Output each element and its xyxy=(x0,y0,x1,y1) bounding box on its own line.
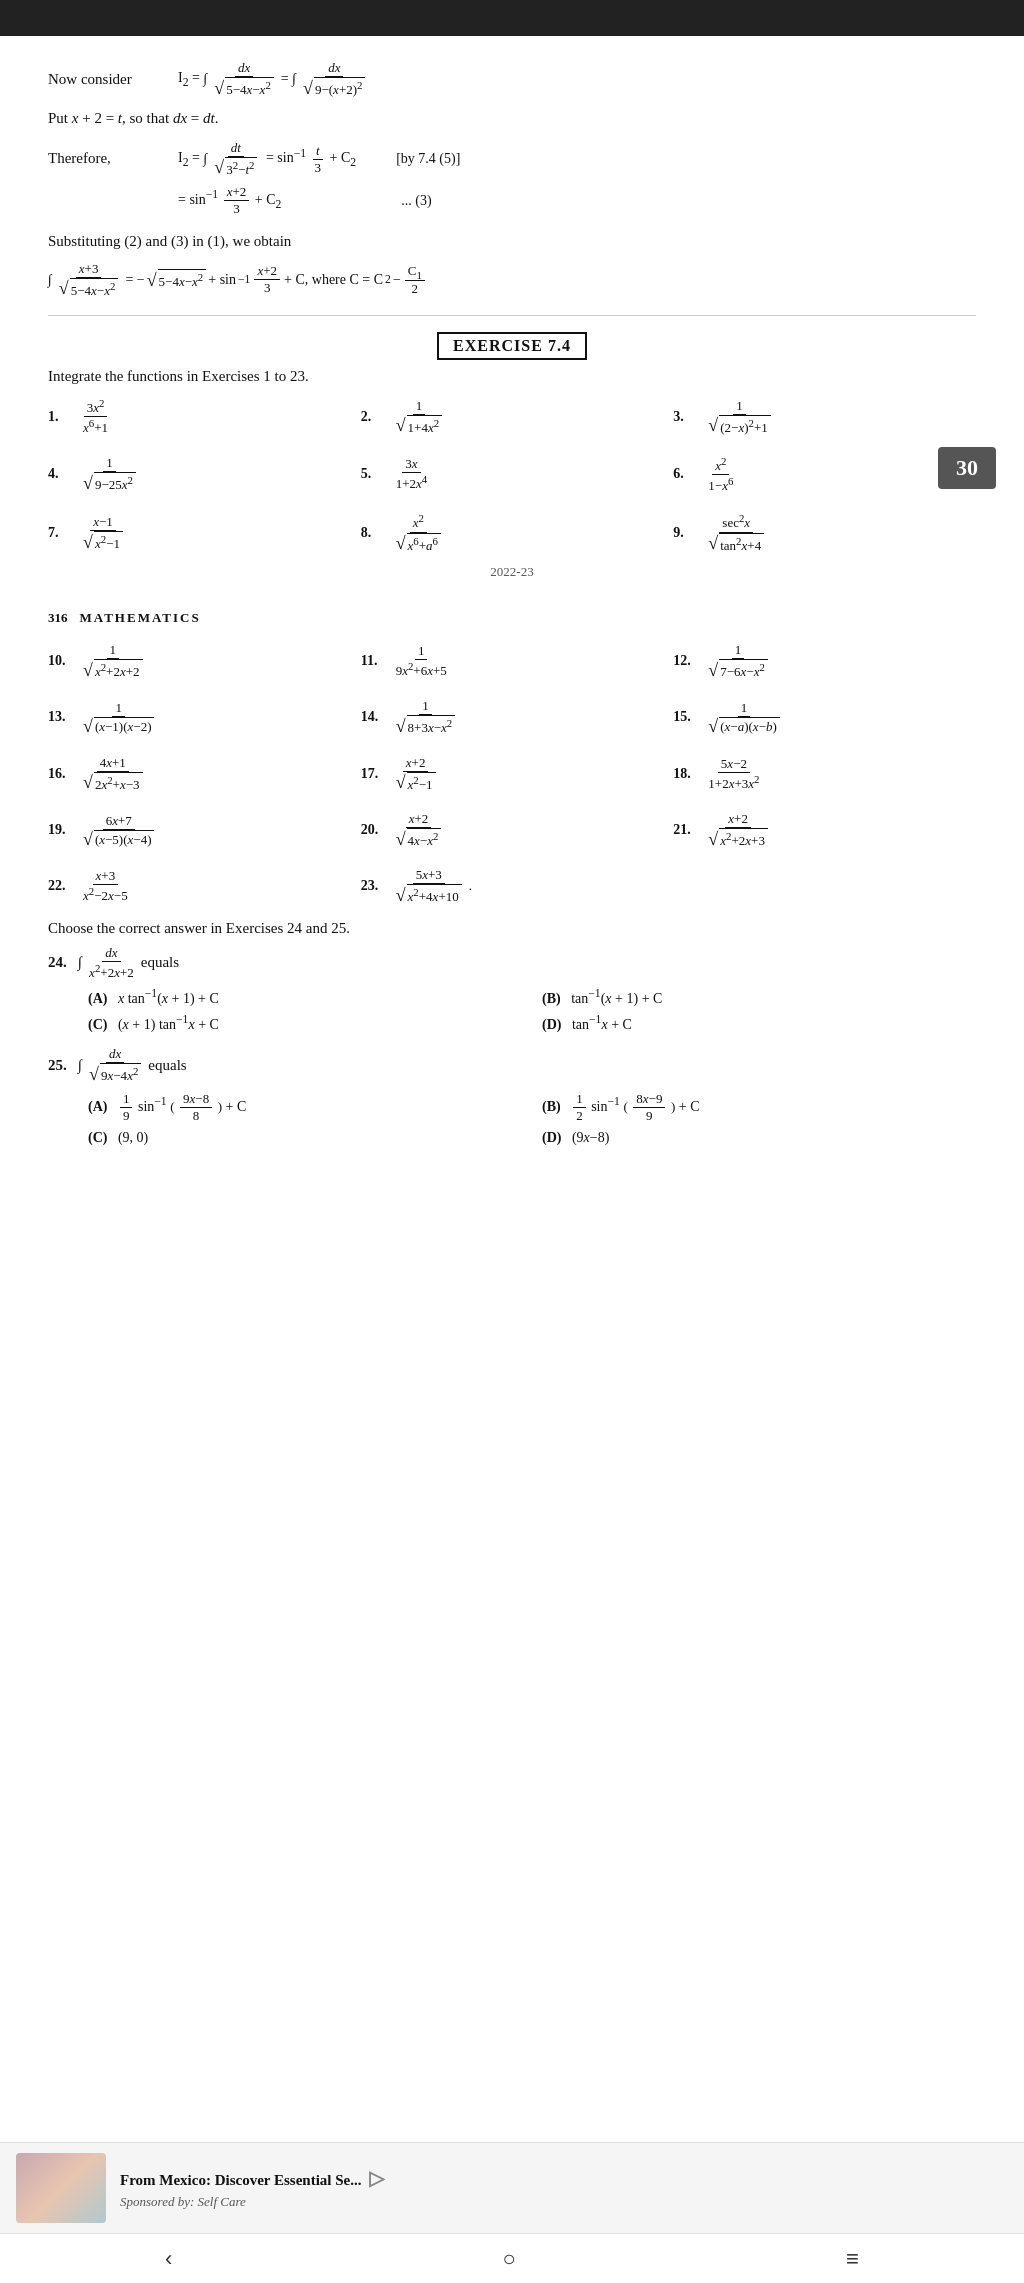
now-consider-label: Now consider xyxy=(48,71,158,88)
exercise-item-8: 8. x2 √x6+a6 xyxy=(361,512,664,554)
q25-option-a: (A) 1 9 sin−1 ( 9x−8 8 ) + C xyxy=(88,1091,522,1124)
nav-back-button[interactable]: ‹ xyxy=(135,2238,202,2280)
number-badge: 30 xyxy=(938,447,996,489)
bottom-nav: ‹ ○ ≡ xyxy=(0,2233,1024,2283)
substituting-line: Substituting (2) and (3) in (1), we obta… xyxy=(48,229,976,255)
exercise-title: EXERCISE 7.4 xyxy=(437,332,587,360)
exercise-item-10: 10. 1 √x2+2x+2 xyxy=(48,642,351,680)
exercise-header: EXERCISE 7.4 xyxy=(48,332,976,360)
exercise-item-4: 4. 1 √9−25x2 xyxy=(48,455,351,495)
q25-options: (A) 1 9 sin−1 ( 9x−8 8 ) + C (B) 1 2 sin… xyxy=(88,1091,976,1146)
exercise-item-11: 11. 1 9x2+6x+5 xyxy=(361,642,664,680)
now-consider-row: Now consider I2 = ∫ dx √5−4x−x2 = ∫ dx √… xyxy=(48,60,976,98)
exercise-item-2: 2. 1 √1+4x2 xyxy=(361,397,664,437)
exercises-10-23: 10. 1 √x2+2x+2 11. 1 9x2+6x+5 12. xyxy=(48,642,976,906)
exercise-item-5: 5. 3x 1+2x4 xyxy=(361,455,664,495)
exercise-item-18: 18. 5x−2 1+2x+3x2 xyxy=(673,755,976,793)
year-label: 2022-23 xyxy=(48,564,976,580)
put-x-line: Put x + 2 = t, so that dx = dt. xyxy=(48,106,976,132)
exercise-item-1: 1. 3x2 x6+1 xyxy=(48,397,351,437)
exercise-item-13: 13. 1 √(x−1)(x−2) xyxy=(48,698,351,736)
final-eq-row: ∫ x+3 √5−4x−x2 = −√5−4x−x2 + sin−1 x+2 3… xyxy=(48,261,976,299)
q25-option-c: (C) (9, 0) xyxy=(88,1130,522,1146)
q24-options: (A) x tan−1(x + 1) + C (B) tan−1(x + 1) … xyxy=(88,987,976,1032)
nav-menu-button[interactable]: ≡ xyxy=(816,2238,889,2280)
exercise-item-21: 21. x+2 √x2+2x+3 xyxy=(673,811,976,849)
q24-option-a: (A) x tan−1(x + 1) + C xyxy=(88,987,522,1007)
therefore-row: Therefore, I2 = ∫ dt √32−t2 = sin−1 t 3 … xyxy=(48,140,976,178)
ad-subtitle: Sponsored by: Self Care xyxy=(120,2194,1008,2210)
top-bar xyxy=(0,0,1024,36)
exercise-item-17: 17. x+2 √x2−1 xyxy=(361,755,664,793)
exercise-item-14: 14. 1 √8+3x−x2 xyxy=(361,698,664,736)
integral-i2-eq: I2 = ∫ dx √5−4x−x2 = ∫ dx √9−(x+2)2 xyxy=(178,60,370,98)
q25-row: 25. ∫ dx √9x−4x2 equals xyxy=(48,1046,976,1084)
ad-title: From Mexico: Discover Essential Se... ▷ xyxy=(120,2166,1008,2190)
ad-play-icon: ▷ xyxy=(369,2167,384,2189)
exercise-item-19: 19. 6x+7 √(x−5)(x−4) xyxy=(48,811,351,849)
exercise-item-20: 20. x+2 √4x−x2 xyxy=(361,811,664,849)
nav-home-button[interactable]: ○ xyxy=(473,2238,546,2280)
ad-text-area: From Mexico: Discover Essential Se... ▷ … xyxy=(120,2166,1008,2210)
exercise-item-16: 16. 4x+1 √2x2+x−3 xyxy=(48,755,351,793)
by-ref: [by 7.4 (5)] xyxy=(396,151,460,167)
ad-thumbnail xyxy=(16,2153,106,2223)
exercise-item-22: 22. x+3 x2−2x−5 xyxy=(48,867,351,905)
exercise-item-7: 7. x−1 √x2−1 xyxy=(48,512,351,554)
exercise-item-6: 6. x2 1−x6 xyxy=(673,455,976,495)
exercise-item-9: 9. sec2x √tan2x+4 xyxy=(673,512,976,554)
q25-option-d: (D) (9x−8) xyxy=(542,1130,976,1146)
ad-banner[interactable]: From Mexico: Discover Essential Se... ▷ … xyxy=(0,2142,1024,2233)
q25-option-b: (B) 1 2 sin−1 ( 8x−9 9 ) + C xyxy=(542,1091,976,1124)
q24-option-b: (B) tan−1(x + 1) + C xyxy=(542,987,976,1007)
q24-option-d: (D) tan−1x + C xyxy=(542,1013,976,1033)
exercise-item-12: 12. 1 √7−6x−x2 xyxy=(673,642,976,680)
page-header: 316 MATHEMATICS xyxy=(48,610,976,626)
exercise-item-3: 3. 1 √(2−x)2+1 xyxy=(673,397,976,437)
q24-row: 24. ∫ dx x2+2x+2 equals xyxy=(48,945,976,981)
exercise-item-15: 15. 1 √(x−a)(x−b) xyxy=(673,698,976,736)
exercise-item-23: 23. 5x+3 √x2+4x+10 . xyxy=(361,867,664,905)
q24-option-c: (C) (x + 1) tan−1x + C xyxy=(88,1013,522,1033)
exercises-1-9: 1. 3x2 x6+1 2. 1 √1+4x2 3. 1 xyxy=(48,397,976,554)
exercise-subtitle: Integrate the functions in Exercises 1 t… xyxy=(48,368,976,385)
integral3-row: = sin−1 x+2 3 + C2 ... (3) xyxy=(178,184,976,217)
choose-correct-label: Choose the correct answer in Exercises 2… xyxy=(48,920,976,937)
